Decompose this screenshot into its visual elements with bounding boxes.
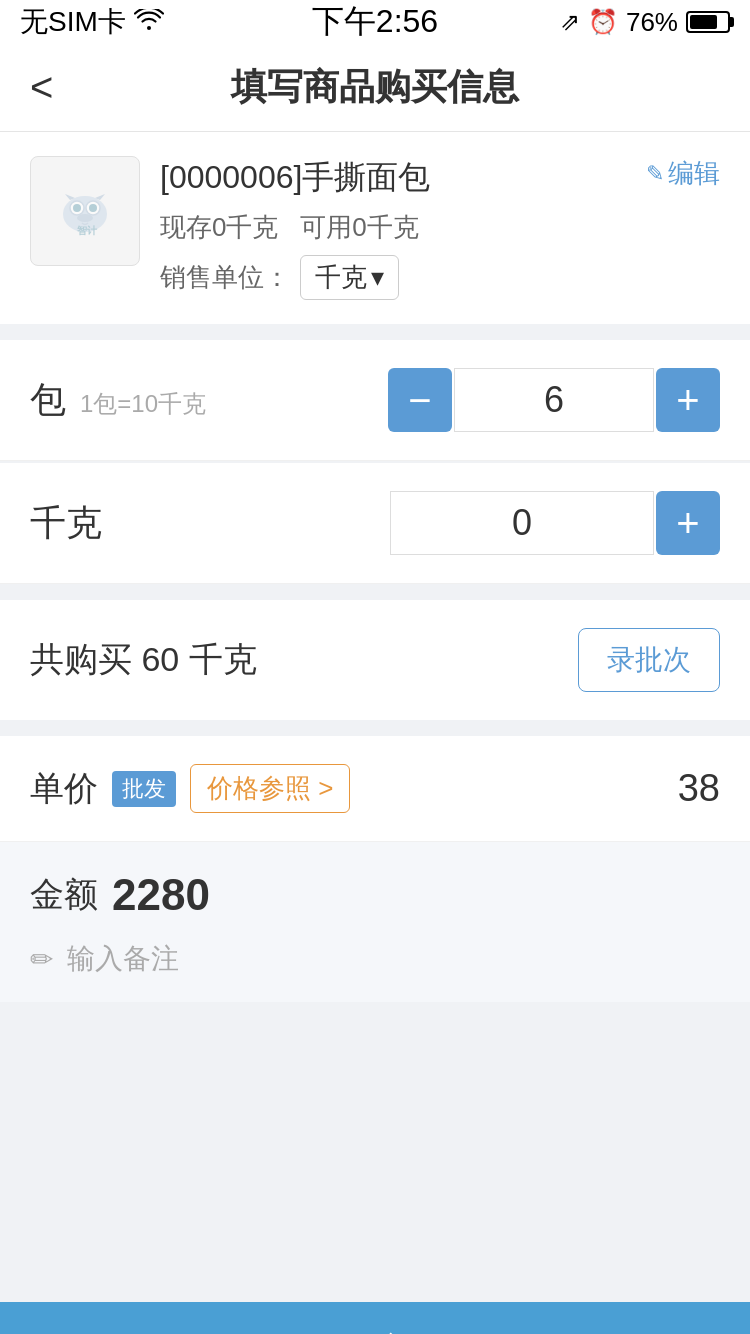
amount-row: 金额 2280 [30,870,720,940]
svg-point-3 [73,204,81,212]
price-tag-pifa: 批发 [112,771,176,807]
confirm-label: 确定 [339,1327,411,1335]
price-label-row: 单价 批发 价格参照 > [30,764,350,813]
content-area: 智计 [0000006]手撕面包 ✎编辑 现存0千克 可用0千克 销售单位： 千… [0,132,750,1302]
summary-section: 共购买 60 千克 录批次 [0,600,750,720]
confirm-button[interactable]: 确定 [0,1302,750,1334]
batch-button[interactable]: 录批次 [578,628,720,692]
svg-point-5 [77,214,93,222]
battery-percent: 76% [626,7,678,38]
status-right: ⇗ ⏰ 76% [560,7,730,38]
bao-plus-button[interactable]: + [656,368,720,432]
summary-text: 共购买 60 千克 [30,637,257,683]
price-label: 单价 [30,766,98,812]
svg-text:智计: 智计 [76,225,98,236]
product-unit-row: 销售单位： 千克 ▾ [160,255,720,300]
carrier-label: 无SIM卡 [20,3,126,41]
bao-minus-button[interactable]: − [388,368,452,432]
page-title: 填写商品购买信息 [231,63,519,112]
edit-button[interactable]: ✎编辑 [646,156,720,191]
bao-sublabel: 1包=10千克 [80,388,206,420]
price-section: 单价 批发 价格参照 > 38 [0,736,750,842]
status-bar: 无SIM卡 下午2:56 ⇗ ⏰ 76% [0,0,750,44]
svg-point-4 [89,204,97,212]
nav-bar: < 填写商品购买信息 [0,44,750,132]
product-card: 智计 [0000006]手撕面包 ✎编辑 现存0千克 可用0千克 销售单位： 千… [0,132,750,324]
kg-value[interactable]: 0 [390,491,654,555]
chevron-down-icon: ▾ [371,262,384,293]
product-stock: 现存0千克 可用0千克 [160,210,720,245]
unit-select[interactable]: 千克 ▾ [300,255,399,300]
product-info: [0000006]手撕面包 ✎编辑 现存0千克 可用0千克 销售单位： 千克 ▾ [160,156,720,300]
location-icon: ⇗ [560,8,580,36]
remark-placeholder: 输入备注 [67,940,179,978]
bao-label: 包 1包=10千克 [30,376,206,425]
amount-label: 金额 [30,872,98,918]
kg-plus-button[interactable]: + [656,491,720,555]
back-button[interactable]: < [20,55,63,120]
bao-input-section: 包 1包=10千克 − 6 + [0,340,750,461]
bao-value[interactable]: 6 [454,368,654,432]
amount-section: 金额 2280 ✏ 输入备注 [0,842,750,1002]
price-ref-button[interactable]: 价格参照 > [190,764,350,813]
product-image: 智计 [30,156,140,266]
product-name: [0000006]手撕面包 [160,156,430,200]
pencil-icon: ✏ [30,943,53,976]
status-time: 下午2:56 [312,0,438,44]
status-left: 无SIM卡 [20,3,164,41]
kg-input-section: 千克 0 + [0,463,750,584]
alarm-icon: ⏰ [588,8,618,36]
battery-icon [686,11,730,33]
price-value: 38 [678,767,720,810]
kg-input-controls: 0 + [390,491,720,555]
remark-row[interactable]: ✏ 输入备注 [30,940,720,1002]
amount-value: 2280 [112,870,210,920]
wifi-icon [134,6,164,38]
bao-input-controls: − 6 + [388,368,720,432]
kg-label: 千克 [30,499,102,548]
empty-area [0,1002,750,1302]
product-top-row: [0000006]手撕面包 ✎编辑 [160,156,720,210]
